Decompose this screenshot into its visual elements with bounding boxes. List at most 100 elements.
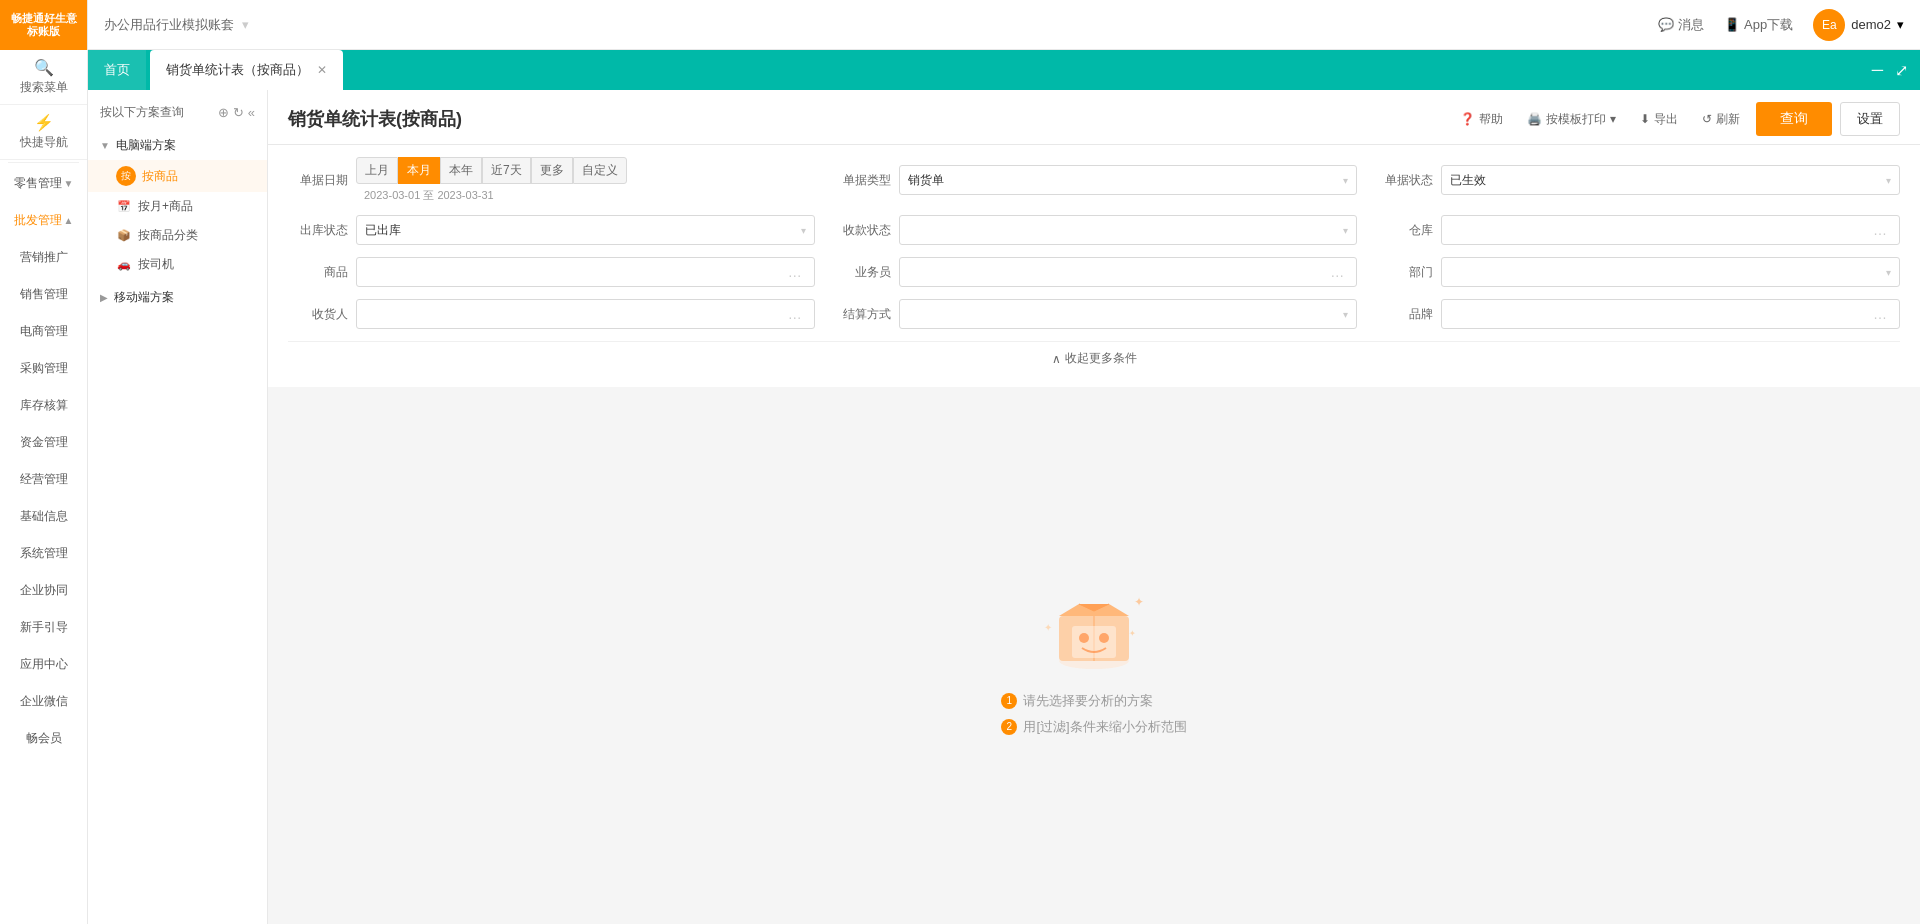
username: demo2	[1851, 17, 1891, 32]
sales-label: 销售管理	[20, 287, 68, 301]
brand-dots-icon[interactable]: …	[1869, 306, 1891, 322]
dept-arrow-icon: ▾	[1886, 267, 1891, 278]
sidebar-item-wholesale[interactable]: 批发管理 ▲	[0, 202, 87, 239]
add-scheme-icon[interactable]: ⊕	[218, 105, 229, 120]
app-download-btn[interactable]: 📱 App下载	[1724, 16, 1793, 34]
collapse-label: 收起更多条件	[1065, 350, 1137, 367]
search-menu-label: 搜索菜单	[0, 79, 87, 96]
avatar[interactable]: Ea	[1813, 9, 1845, 41]
empty-state: ✦ ✦ ✦ 1 请先选择要分析的方案 2 用[过滤]条件来缩小分析范围	[1001, 576, 1186, 736]
goods-label: 商品	[288, 264, 348, 281]
scheme-item-by-product[interactable]: 按 按商品	[88, 160, 267, 192]
doc-status-arrow-icon: ▾	[1886, 175, 1891, 186]
goods-select[interactable]: …	[356, 257, 815, 287]
tab-home[interactable]: 首页	[88, 50, 146, 90]
brand-select[interactable]: …	[1441, 299, 1900, 329]
user-section[interactable]: Ea demo2 ▾	[1813, 9, 1904, 41]
sidebar-item-inventory[interactable]: 库存核算	[0, 387, 87, 424]
sidebar-item-quick-nav[interactable]: ⚡ 快捷导航	[0, 105, 87, 160]
sidebar-item-enterprise-wechat[interactable]: 企业微信	[0, 683, 87, 720]
logo-text-line1: 畅捷通好生意	[11, 12, 77, 25]
query-button[interactable]: 查询	[1756, 102, 1832, 136]
enterprise-wechat-label: 企业微信	[20, 694, 68, 708]
salesperson-select[interactable]: …	[899, 257, 1358, 287]
tip-text-1: 请先选择要分析的方案	[1023, 692, 1153, 710]
svg-text:✦: ✦	[1134, 595, 1144, 609]
sidebar-item-marketing[interactable]: 营销推广	[0, 239, 87, 276]
scheme-item-category[interactable]: 📦 按商品分类	[88, 221, 267, 250]
breadcrumb-sep: ▾	[242, 17, 249, 32]
sidebar-item-search[interactable]: 🔍 搜索菜单	[0, 50, 87, 105]
sidebar-item-app-center[interactable]: 应用中心	[0, 646, 87, 683]
sidebar-logo[interactable]: 畅捷通好生意 标账版	[0, 0, 87, 50]
tip-number-2: 2	[1001, 719, 1017, 735]
basic-label: 基础信息	[20, 509, 68, 523]
tab-active-report[interactable]: 销货单统计表（按商品） ✕	[150, 50, 343, 90]
mobile-section-label: 移动端方案	[114, 289, 174, 306]
sidebar-item-purchase[interactable]: 采购管理	[0, 350, 87, 387]
wholesale-arrow-icon: ▲	[64, 215, 74, 226]
brand-label: 品牌	[1373, 306, 1433, 323]
refresh-scheme-icon[interactable]: ↻	[233, 105, 244, 120]
dept-select[interactable]: ▾	[1441, 257, 1900, 287]
sidebar-item-finance[interactable]: 资金管理	[0, 424, 87, 461]
date-tab-current-month[interactable]: 本月	[398, 157, 440, 184]
scheme-item-driver[interactable]: 🚗 按司机	[88, 250, 267, 279]
tab-min-icon[interactable]: ─	[1868, 57, 1887, 83]
sidebar-item-retail[interactable]: 零售管理 ▼	[0, 165, 87, 202]
salesperson-dots-icon[interactable]: …	[1326, 264, 1348, 280]
payment-select[interactable]: ▾	[899, 299, 1358, 329]
warehouse-select[interactable]: …	[1441, 215, 1900, 245]
date-tab-more[interactable]: 更多	[531, 157, 573, 184]
out-status-select[interactable]: 已出库 ▾	[356, 215, 815, 245]
scheme-item-monthly-product[interactable]: 📅 按月+商品	[88, 192, 267, 221]
date-tab-7days[interactable]: 近7天	[482, 157, 531, 184]
sidebar-item-ecommerce[interactable]: 电商管理	[0, 313, 87, 350]
system-label: 系统管理	[20, 546, 68, 560]
receipt-status-select[interactable]: ▾	[899, 215, 1358, 245]
doc-status-select[interactable]: 已生效 ▾	[1441, 165, 1900, 195]
left-panel: 按以下方案查询 ⊕ ↻ « ▼ 电脑端方案 按 按商品 📅	[88, 90, 268, 924]
page-title-row: 销货单统计表(按商品) ❓ 帮助 🖨️ 按模板打印 ▾	[288, 102, 1900, 136]
marketing-label: 营销推广	[20, 250, 68, 264]
desktop-section-label: 电脑端方案	[116, 137, 176, 154]
collapse-button[interactable]: ∧ 收起更多条件	[1052, 350, 1137, 367]
tip-text-2: 用[过滤]条件来缩小分析范围	[1023, 718, 1186, 736]
help-label: 帮助	[1479, 111, 1503, 128]
collapse-panel-icon[interactable]: «	[248, 105, 255, 120]
receiver-select[interactable]: …	[356, 299, 815, 329]
date-tab-current-year[interactable]: 本年	[440, 157, 482, 184]
date-tab-group: 上月 本月 本年 近7天 更多 自定义	[356, 157, 815, 184]
doc-type-filter-cell: 单据类型 销货单 ▾	[831, 157, 1358, 203]
purchase-label: 采购管理	[20, 361, 68, 375]
date-tab-custom[interactable]: 自定义	[573, 157, 627, 184]
help-btn[interactable]: ❓ 帮助	[1452, 107, 1511, 132]
message-btn[interactable]: 💬 消息	[1658, 16, 1704, 34]
sidebar: 畅捷通好生意 标账版 🔍 搜索菜单 ⚡ 快捷导航 零售管理 ▼ 批发管理 ▲ 营…	[0, 0, 88, 924]
warehouse-dots-icon[interactable]: …	[1869, 222, 1891, 238]
date-tab-last-month[interactable]: 上月	[356, 157, 398, 184]
mobile-section-header[interactable]: ▶ 移动端方案	[88, 283, 267, 312]
sidebar-item-system[interactable]: 系统管理	[0, 535, 87, 572]
sidebar-item-sales[interactable]: 销售管理	[0, 276, 87, 313]
desktop-section-header[interactable]: ▼ 电脑端方案	[88, 131, 267, 160]
sidebar-item-enterprise[interactable]: 企业协同	[0, 572, 87, 609]
refresh-label: 刷新	[1716, 111, 1740, 128]
doc-type-select[interactable]: 销货单 ▾	[899, 165, 1358, 195]
sidebar-item-basic[interactable]: 基础信息	[0, 498, 87, 535]
receipt-status-arrow-icon: ▾	[1343, 225, 1348, 236]
left-panel-icons: ⊕ ↻ «	[218, 105, 255, 120]
refresh-btn[interactable]: ↺ 刷新	[1694, 107, 1748, 132]
settings-button[interactable]: 设置	[1840, 102, 1900, 136]
print-btn[interactable]: 🖨️ 按模板打印 ▾	[1519, 107, 1624, 132]
tab-max-icon[interactable]: ⤢	[1891, 57, 1912, 84]
sidebar-item-newbie[interactable]: 新手引导	[0, 609, 87, 646]
sidebar-item-operations[interactable]: 经营管理	[0, 461, 87, 498]
category-icon: 📦	[116, 228, 132, 244]
export-btn[interactable]: ⬇ 导出	[1632, 107, 1686, 132]
goods-dots-icon[interactable]: …	[784, 264, 806, 280]
tab-close-icon[interactable]: ✕	[317, 63, 327, 77]
payment-arrow-icon: ▾	[1343, 309, 1348, 320]
receiver-dots-icon[interactable]: …	[784, 306, 806, 322]
sidebar-item-member[interactable]: 畅会员	[0, 720, 87, 757]
